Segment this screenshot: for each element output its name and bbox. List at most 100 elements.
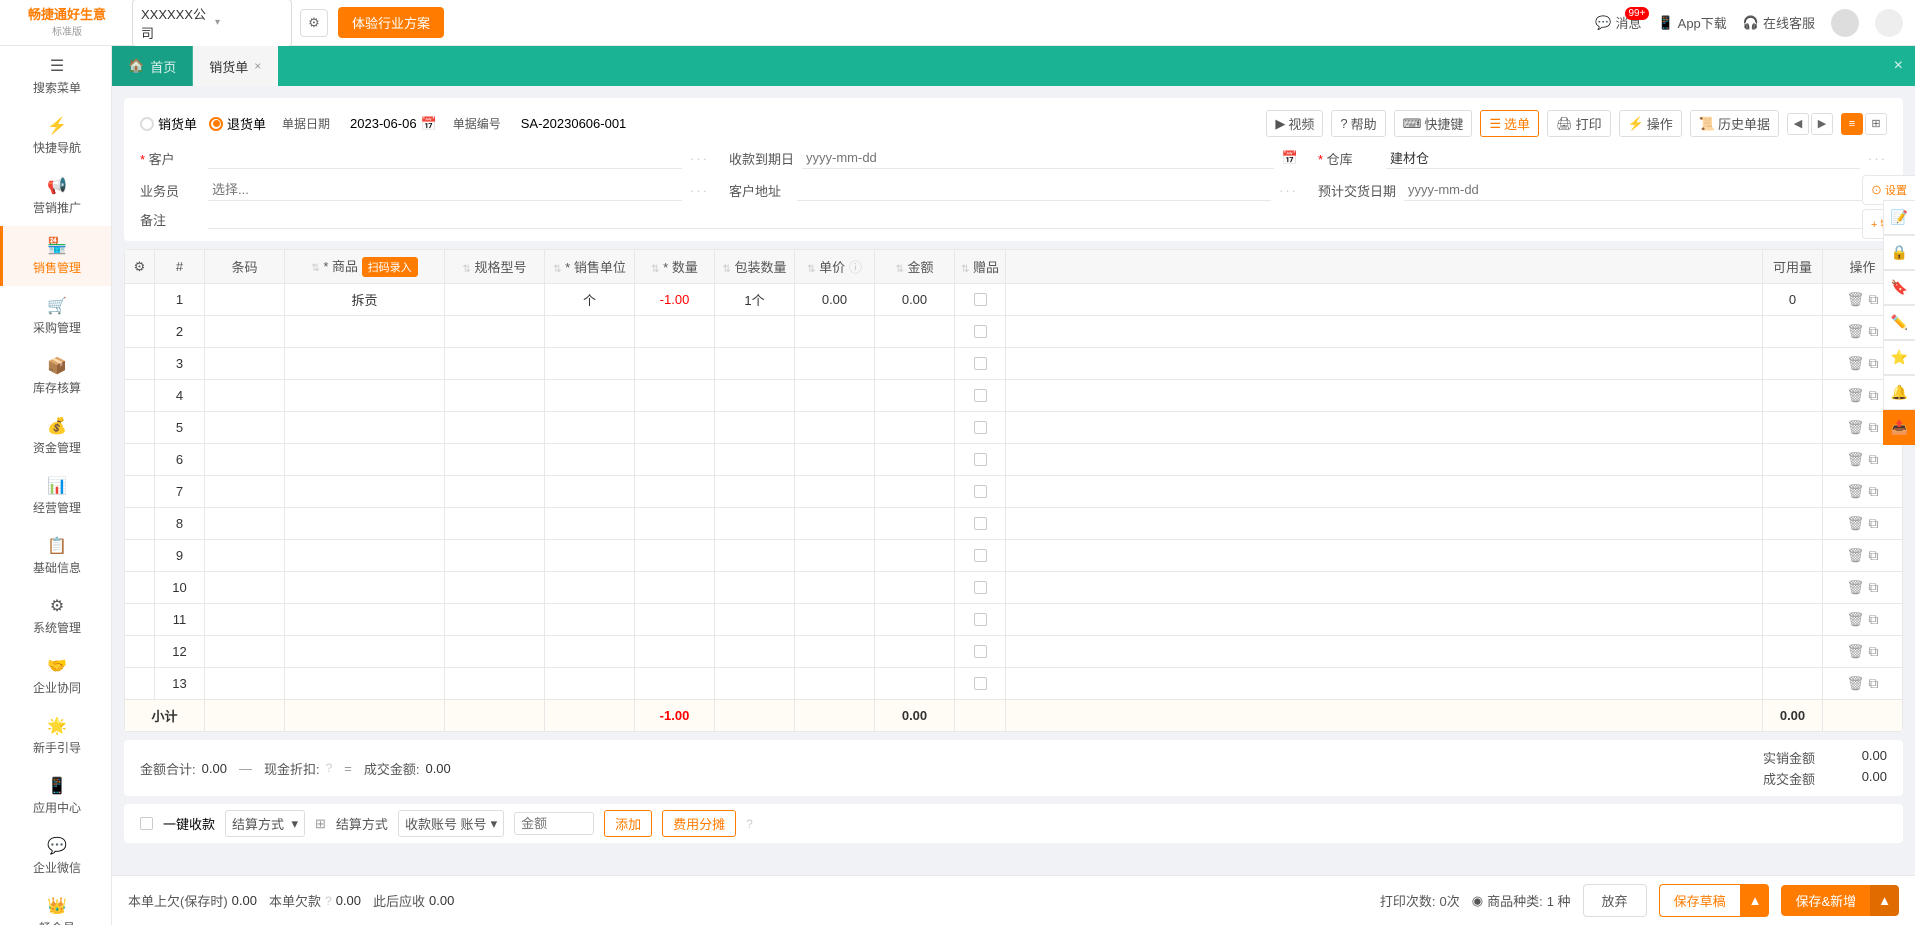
- customer-more-icon[interactable]: ···: [690, 151, 709, 166]
- expense-split-button[interactable]: 费用分摊: [662, 810, 736, 837]
- salesperson-input[interactable]: [208, 179, 682, 201]
- sort-icon-pkg[interactable]: ⇅: [722, 264, 730, 275]
- copy-row-btn[interactable]: ⧉: [1868, 547, 1878, 564]
- row-product[interactable]: [285, 476, 445, 508]
- row-gift[interactable]: [955, 604, 1006, 636]
- tab-home[interactable]: 🏠 首页: [112, 46, 193, 86]
- row-unit[interactable]: [545, 668, 635, 700]
- payment-method-select[interactable]: 结算方式 ▾: [225, 810, 305, 837]
- row-barcode[interactable]: [205, 636, 285, 668]
- warehouse-more-icon[interactable]: ···: [1868, 151, 1887, 166]
- payment-due-calendar-icon[interactable]: 📅: [1282, 150, 1298, 166]
- row-qty[interactable]: [635, 412, 715, 444]
- row-qty[interactable]: [635, 668, 715, 700]
- row-amount[interactable]: [875, 348, 955, 380]
- history-btn[interactable]: 📜 历史单据: [1690, 110, 1779, 137]
- row-amount[interactable]: [875, 476, 955, 508]
- avatar-extra[interactable]: [1875, 9, 1903, 37]
- row-barcode[interactable]: [205, 604, 285, 636]
- next-btn[interactable]: ▶: [1811, 113, 1833, 135]
- warehouse-input[interactable]: [1386, 147, 1860, 169]
- delete-row-btn[interactable]: 🗑: [1847, 643, 1865, 660]
- row-gift[interactable]: [955, 636, 1006, 668]
- row-qty[interactable]: [635, 572, 715, 604]
- avatar[interactable]: [1831, 9, 1859, 37]
- row-pkg-qty[interactable]: [715, 508, 795, 540]
- row-barcode[interactable]: [205, 668, 285, 700]
- note-input[interactable]: [208, 209, 1887, 229]
- account-select[interactable]: 收款账号 账号 ▾: [398, 810, 504, 837]
- row-amount[interactable]: [875, 412, 955, 444]
- row-qty[interactable]: [635, 348, 715, 380]
- prev-btn[interactable]: ◀: [1787, 113, 1809, 135]
- sort-icon-gift[interactable]: ⇅: [961, 264, 969, 275]
- delete-row-btn[interactable]: 🗑: [1847, 675, 1865, 692]
- gift-checkbox[interactable]: [974, 549, 987, 562]
- tab-close-icon[interactable]: ×: [254, 59, 261, 73]
- amount-input[interactable]: [514, 812, 594, 835]
- app-download-btn[interactable]: 📱 App下载: [1657, 13, 1726, 32]
- row-price[interactable]: [795, 412, 875, 444]
- abandon-button[interactable]: 放弃: [1583, 884, 1647, 917]
- sidebar-item-app-center[interactable]: 📱 应用中心: [0, 766, 111, 826]
- row-pkg-qty[interactable]: [715, 348, 795, 380]
- sidebar-item-search[interactable]: ☰ 搜索菜单: [0, 46, 111, 106]
- owe-help-icon[interactable]: ?: [325, 894, 332, 908]
- row-qty[interactable]: [635, 540, 715, 572]
- sort-icon-spec[interactable]: ⇅: [462, 264, 470, 275]
- sort-icon[interactable]: ⇅: [311, 263, 319, 274]
- list-view-btn[interactable]: ≡: [1841, 113, 1863, 135]
- sidebar-item-system[interactable]: ⚙ 系统管理: [0, 586, 111, 646]
- customer-addr-input[interactable]: [797, 179, 1271, 201]
- row-amount[interactable]: [875, 380, 955, 412]
- row-spec[interactable]: [445, 636, 545, 668]
- message-btn[interactable]: 💬 消息 99+: [1595, 13, 1641, 32]
- radio-return[interactable]: 退货单: [209, 114, 266, 133]
- row-price[interactable]: [795, 476, 875, 508]
- sidebar-item-wechat[interactable]: 💬 企业微信: [0, 826, 111, 886]
- row-amount[interactable]: [875, 444, 955, 476]
- shortcut-btn[interactable]: ⌨ 快捷键: [1394, 110, 1473, 137]
- gift-checkbox[interactable]: [974, 421, 987, 434]
- row-unit[interactable]: [545, 540, 635, 572]
- row-gift[interactable]: [955, 284, 1006, 316]
- copy-row-btn[interactable]: ⧉: [1868, 419, 1878, 436]
- row-pkg-qty[interactable]: [715, 380, 795, 412]
- gift-checkbox[interactable]: [974, 677, 987, 690]
- row-gift[interactable]: [955, 668, 1006, 700]
- row-price[interactable]: [795, 380, 875, 412]
- row-product[interactable]: [285, 412, 445, 444]
- price-help-icon[interactable]: ⓘ: [849, 260, 862, 275]
- online-support-btn[interactable]: 🎧 在线客服: [1743, 13, 1815, 32]
- row-unit[interactable]: [545, 412, 635, 444]
- row-price[interactable]: [795, 604, 875, 636]
- row-unit[interactable]: [545, 604, 635, 636]
- row-qty[interactable]: [635, 476, 715, 508]
- row-spec[interactable]: [445, 412, 545, 444]
- sidebar-item-enterprise[interactable]: 🤝 企业协同: [0, 646, 111, 706]
- row-pkg-qty[interactable]: [715, 572, 795, 604]
- row-qty[interactable]: [635, 316, 715, 348]
- row-price[interactable]: [795, 540, 875, 572]
- delete-row-btn[interactable]: 🗑: [1847, 579, 1865, 596]
- sidebar-item-operations[interactable]: 📊 经营管理: [0, 466, 111, 526]
- gift-checkbox[interactable]: [974, 613, 987, 626]
- one-click-checkbox[interactable]: [140, 817, 153, 830]
- row-pkg-qty[interactable]: [715, 604, 795, 636]
- row-amount[interactable]: 0.00: [875, 284, 955, 316]
- save-draft-dropdown[interactable]: ▲: [1741, 884, 1770, 917]
- settings-icon[interactable]: ⚙: [300, 9, 328, 37]
- row-barcode[interactable]: [205, 444, 285, 476]
- row-qty[interactable]: [635, 380, 715, 412]
- gift-checkbox[interactable]: [974, 581, 987, 594]
- row-gift[interactable]: [955, 508, 1006, 540]
- row-price[interactable]: [795, 348, 875, 380]
- row-price[interactable]: [795, 508, 875, 540]
- row-unit[interactable]: [545, 316, 635, 348]
- row-unit[interactable]: [545, 476, 635, 508]
- sort-icon-amount[interactable]: ⇅: [895, 264, 903, 275]
- sidebar-item-finance[interactable]: 💰 资金管理: [0, 406, 111, 466]
- copy-row-btn[interactable]: ⧉: [1868, 515, 1878, 532]
- delete-row-btn[interactable]: 🗑: [1847, 355, 1865, 372]
- discount-help-icon[interactable]: ?: [326, 761, 333, 775]
